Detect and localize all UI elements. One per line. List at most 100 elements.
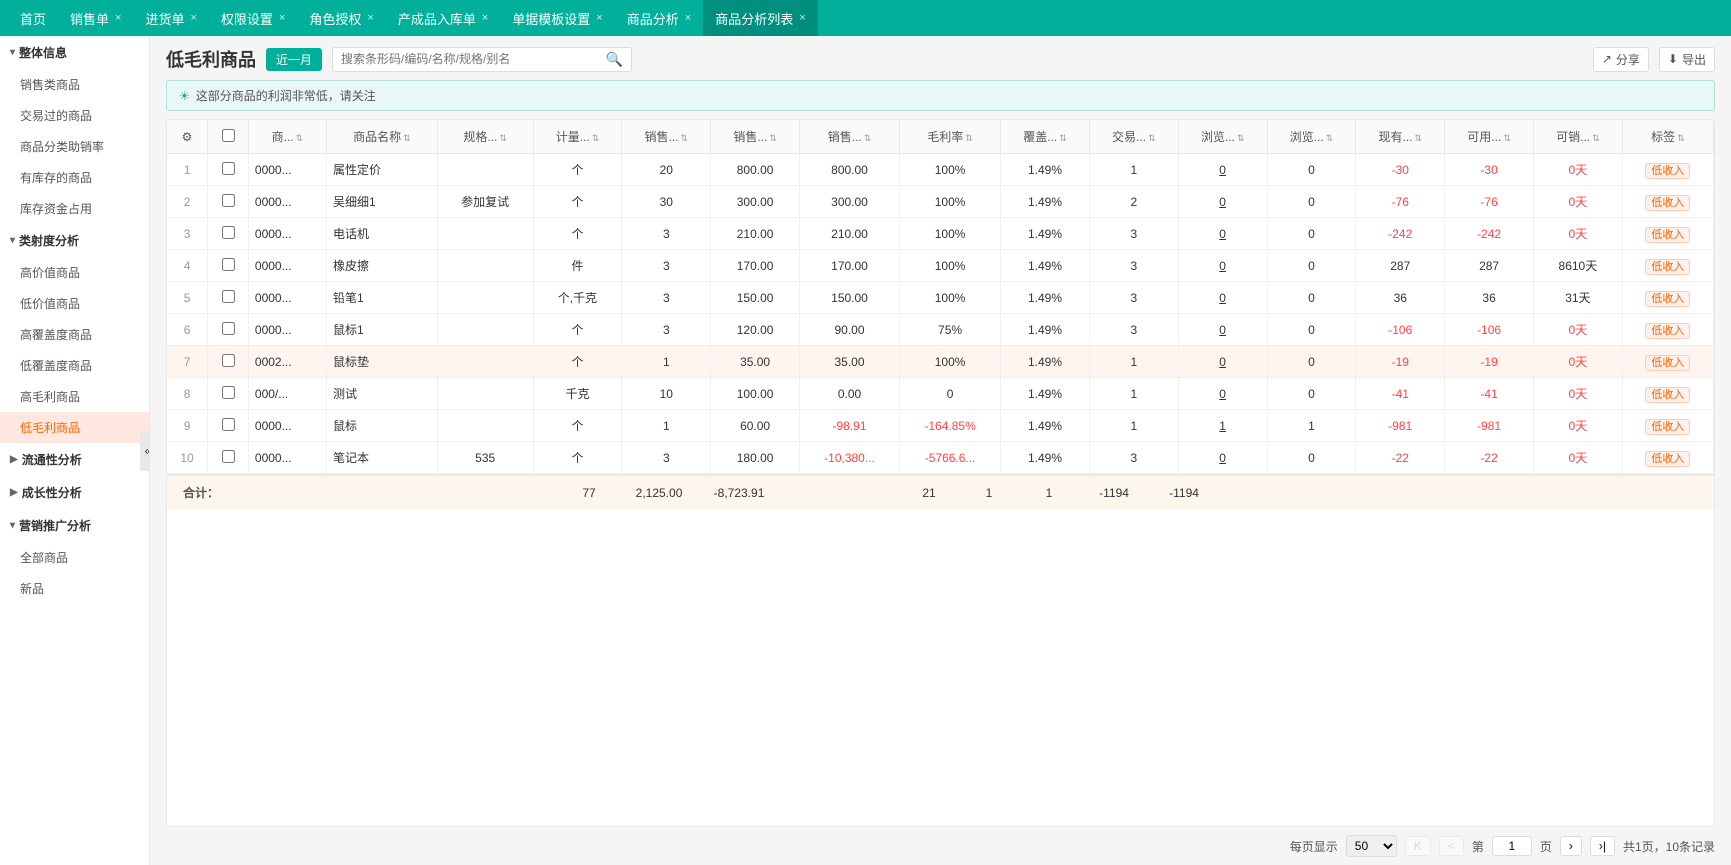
sidebar-group-growth[interactable]: ▶ 成长性分析 <box>0 476 149 509</box>
row-current-stock: -76 <box>1356 186 1445 218</box>
col-views2[interactable]: 浏览...⇅ <box>1267 120 1356 154</box>
nav-templates[interactable]: 单据模板设置 × <box>500 0 614 36</box>
col-current-stock[interactable]: 现有...⇅ <box>1356 120 1445 154</box>
search-input[interactable] <box>341 52 606 66</box>
nav-sales-close[interactable]: × <box>115 12 121 24</box>
row-views1[interactable]: 0 <box>1178 314 1267 346</box>
row-gross-margin: -164.85% <box>900 410 1001 442</box>
sidebar-item-stock-capital[interactable]: 库存资金占用 <box>0 193 149 224</box>
nav-products-close[interactable]: × <box>482 12 488 24</box>
per-page-select[interactable]: 50 100 200 <box>1346 835 1397 857</box>
row-checkbox[interactable] <box>208 282 249 314</box>
tag-badge: 低收入 <box>1645 419 1690 435</box>
nav-roles[interactable]: 角色授权 × <box>297 0 385 36</box>
col-unit[interactable]: 计量...⇅ <box>533 120 622 154</box>
nav-analysis-list-close[interactable]: × <box>799 12 805 24</box>
sidebar-item-sales-goods[interactable]: 销售类商品 <box>0 69 149 100</box>
nav-roles-close[interactable]: × <box>367 12 373 24</box>
row-current-stock: -242 <box>1356 218 1445 250</box>
row-checkbox[interactable] <box>208 154 249 186</box>
row-views1[interactable]: 0 <box>1178 378 1267 410</box>
row-checkbox[interactable] <box>208 250 249 282</box>
row-sales-amount: 120.00 <box>711 314 800 346</box>
row-checkbox[interactable] <box>208 378 249 410</box>
row-sales-amount: 60.00 <box>711 410 800 442</box>
col-name[interactable]: 商品名称⇅ <box>326 120 437 154</box>
row-views1[interactable]: 0 <box>1178 250 1267 282</box>
col-available[interactable]: 可用...⇅ <box>1445 120 1534 154</box>
col-sellable[interactable]: 可销...⇅ <box>1533 120 1622 154</box>
sidebar-collapse-button[interactable]: « <box>140 431 150 471</box>
prev-page-button[interactable]: < <box>1439 836 1464 856</box>
page-input[interactable] <box>1492 836 1532 856</box>
nav-purchase[interactable]: 进货单 × <box>133 0 208 36</box>
row-checkbox[interactable] <box>208 346 249 378</box>
row-views1[interactable]: 0 <box>1178 218 1267 250</box>
row-checkbox[interactable] <box>208 314 249 346</box>
sidebar-group-overall[interactable]: ▾ 整体信息 <box>0 36 149 69</box>
export-button[interactable]: ⬇ 导出 <box>1659 47 1715 72</box>
col-sales-qty[interactable]: 销售...⇅ <box>622 120 711 154</box>
sidebar-item-high-value[interactable]: 高价值商品 <box>0 257 149 288</box>
next-page-button[interactable]: › <box>1560 836 1582 856</box>
nav-products[interactable]: 产成品入库单 × <box>386 0 500 36</box>
nav-templates-close[interactable]: × <box>596 12 602 24</box>
col-tag[interactable]: 标签⇅ <box>1622 120 1713 154</box>
row-checkbox[interactable] <box>208 410 249 442</box>
date-filter-button[interactable]: 近一月 <box>266 48 322 71</box>
share-button[interactable]: ↗ 分享 <box>1593 47 1649 72</box>
row-checkbox[interactable] <box>208 442 249 474</box>
col-sales-profit[interactable]: 销售...⇅ <box>800 120 900 154</box>
col-coverage[interactable]: 覆盖...⇅ <box>1001 120 1090 154</box>
nav-analysis-close[interactable]: × <box>685 12 691 24</box>
col-settings[interactable]: ⚙ <box>167 120 208 154</box>
col-trade-count[interactable]: 交易...⇅ <box>1089 120 1178 154</box>
sidebar-item-low-margin[interactable]: 低毛利商品 <box>0 412 149 443</box>
row-checkbox[interactable] <box>208 218 249 250</box>
sidebar-item-high-margin[interactable]: 高毛利商品 <box>0 381 149 412</box>
col-checkbox[interactable] <box>208 120 249 154</box>
notice-icon: ☀ <box>179 89 190 103</box>
sidebar-item-low-coverage[interactable]: 低覆盖度商品 <box>0 350 149 381</box>
select-all-checkbox[interactable] <box>222 129 235 142</box>
nav-home[interactable]: 首页 <box>8 0 58 36</box>
row-views1[interactable]: 1 <box>1178 410 1267 442</box>
nav-permissions-close[interactable]: × <box>279 12 285 24</box>
row-views1[interactable]: 0 <box>1178 154 1267 186</box>
row-unit: 个 <box>533 154 622 186</box>
col-sales-amount[interactable]: 销售...⇅ <box>711 120 800 154</box>
sidebar-item-category-rate[interactable]: 商品分类助销率 <box>0 131 149 162</box>
sidebar-item-stocked-goods[interactable]: 有库存的商品 <box>0 162 149 193</box>
sidebar-item-traded-goods[interactable]: 交易过的商品 <box>0 100 149 131</box>
sidebar-group-category[interactable]: ▾ 类射度分析 <box>0 224 149 257</box>
nav-analysis[interactable]: 商品分析 × <box>615 0 703 36</box>
nav-analysis-list[interactable]: 商品分析列表 × <box>703 0 817 36</box>
col-spec[interactable]: 规格...⇅ <box>437 120 533 154</box>
row-views1[interactable]: 0 <box>1178 186 1267 218</box>
sidebar-item-low-value[interactable]: 低价值商品 <box>0 288 149 319</box>
sidebar-item-all-goods[interactable]: 全部商品 <box>0 542 149 573</box>
sidebar-item-high-coverage[interactable]: 高覆盖度商品 <box>0 319 149 350</box>
nav-purchase-close[interactable]: × <box>190 12 196 24</box>
row-available: 36 <box>1445 282 1534 314</box>
last-page-button[interactable]: ›| <box>1590 836 1615 856</box>
row-views1[interactable]: 0 <box>1178 346 1267 378</box>
sidebar-group-marketing[interactable]: ▾ 营销推广分析 <box>0 509 149 542</box>
row-checkbox[interactable] <box>208 186 249 218</box>
sidebar-group-marketing-label: 营销推广分析 <box>19 517 91 534</box>
search-icon[interactable]: 🔍 <box>606 51 623 68</box>
col-views1[interactable]: 浏览...⇅ <box>1178 120 1267 154</box>
nav-permissions[interactable]: 权限设置 × <box>209 0 297 36</box>
nav-sales[interactable]: 销售单 × <box>58 0 133 36</box>
row-views1[interactable]: 0 <box>1178 282 1267 314</box>
row-current-stock: -106 <box>1356 314 1445 346</box>
col-code[interactable]: 商...⇅ <box>248 120 326 154</box>
sidebar-group-liquidity[interactable]: ▶ 流通性分析 <box>0 443 149 476</box>
row-views1[interactable]: 0 <box>1178 442 1267 474</box>
first-page-button[interactable]: K <box>1405 836 1431 856</box>
row-trade-count: 3 <box>1089 442 1178 474</box>
row-num: 8 <box>167 378 208 410</box>
sidebar-item-new-goods[interactable]: 新品 <box>0 573 149 604</box>
col-gross-margin[interactable]: 毛利率⇅ <box>900 120 1001 154</box>
row-coverage: 1.49% <box>1001 410 1090 442</box>
